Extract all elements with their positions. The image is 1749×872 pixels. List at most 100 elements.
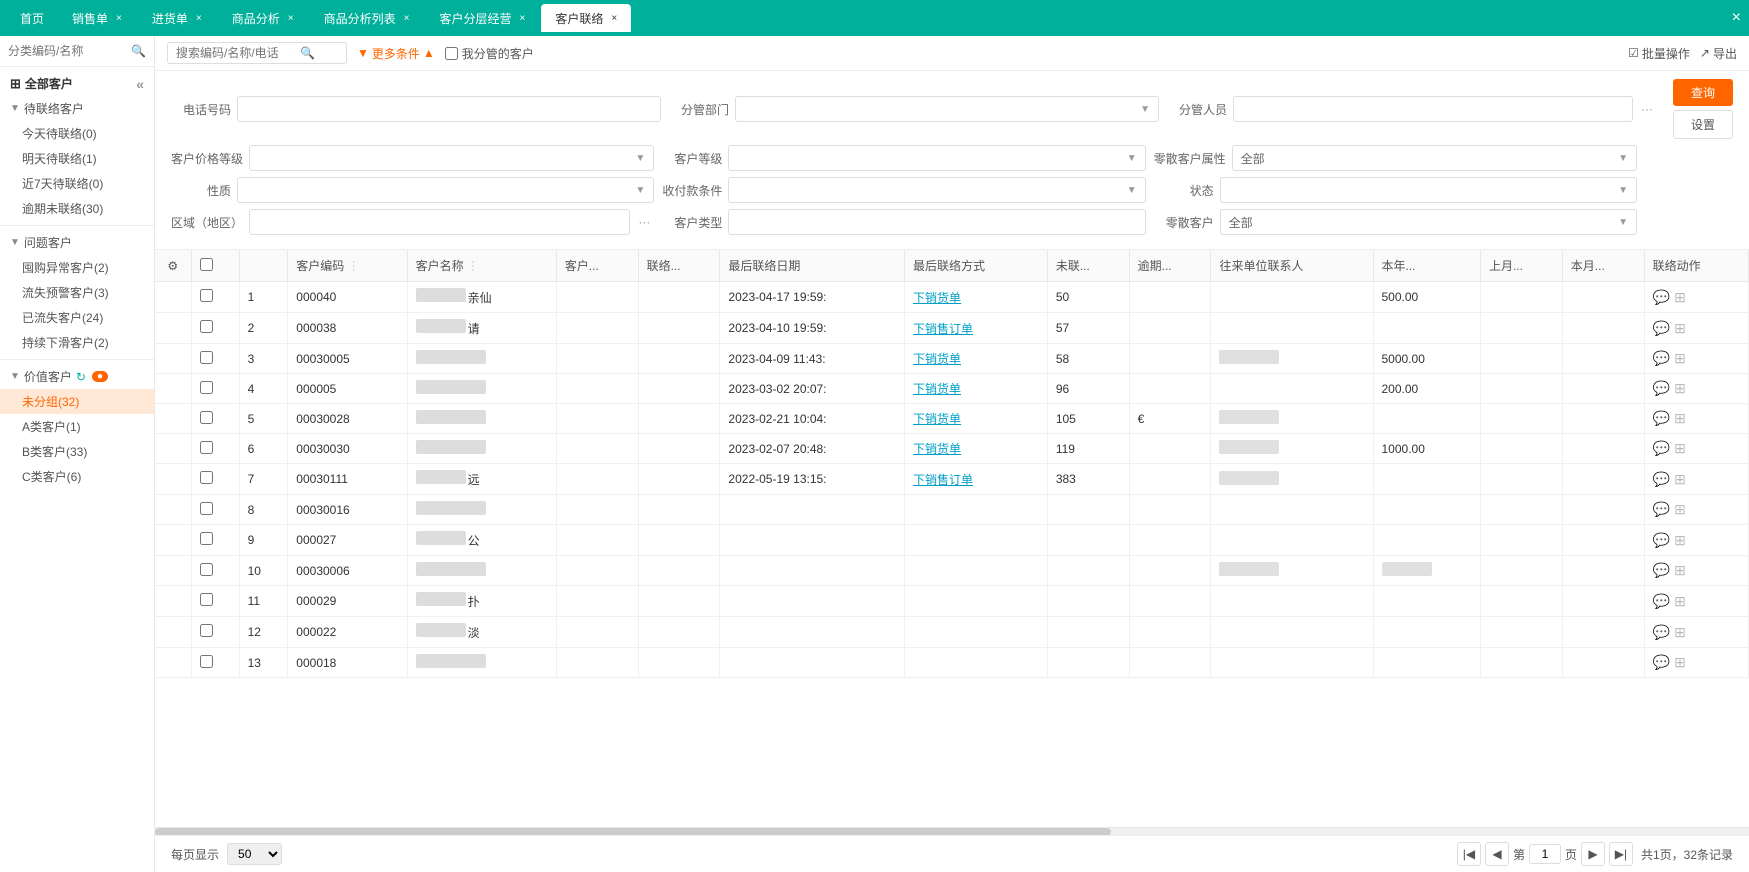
dots-person-icon[interactable]: ··· xyxy=(1637,102,1657,116)
grid-action-icon[interactable]: ⊞ xyxy=(1674,654,1686,671)
grid-action-icon[interactable]: ⊞ xyxy=(1674,350,1686,367)
refresh-icon[interactable]: ↻ xyxy=(76,370,86,384)
close-customer-layer-tab-icon[interactable]: × xyxy=(519,13,525,24)
row-checkbox[interactable] xyxy=(200,351,213,364)
sidebar-item-7days[interactable]: 近7天待联络(0) xyxy=(0,171,154,196)
filter-more-btn[interactable]: ▼ 更多条件 ▲ xyxy=(357,45,435,62)
row-gear[interactable] xyxy=(155,648,191,678)
chat-icon[interactable]: 💬 xyxy=(1653,440,1670,457)
chat-icon[interactable]: 💬 xyxy=(1653,320,1670,337)
row-gear[interactable] xyxy=(155,282,191,313)
table-name-header[interactable]: 客户名称 ⋮ xyxy=(407,250,556,282)
select-person[interactable] xyxy=(1233,96,1633,122)
table-unit-contact-header[interactable]: 往来单位联系人 xyxy=(1211,250,1373,282)
row-checkbox[interactable] xyxy=(200,624,213,637)
grid-action-icon[interactable]: ⊞ xyxy=(1674,320,1686,337)
select-customer-level[interactable]: ▼ xyxy=(728,145,1145,171)
table-year-header[interactable]: 本年... xyxy=(1373,250,1480,282)
row-checkbox[interactable] xyxy=(200,593,213,606)
chat-icon[interactable]: 💬 xyxy=(1653,289,1670,306)
row-gear[interactable] xyxy=(155,464,191,495)
row-gear[interactable] xyxy=(155,556,191,586)
table-last-month-header[interactable]: 上月... xyxy=(1480,250,1562,282)
my-customers-check[interactable] xyxy=(445,47,458,60)
sidebar-group-value[interactable]: ▼ 价值客户 ↻ ● xyxy=(0,364,154,389)
nav-tab-customer-layer[interactable]: 客户分层经营 × xyxy=(425,4,539,32)
row-action[interactable]: 💬 ⊞ xyxy=(1644,374,1748,404)
row-checkbox[interactable] xyxy=(200,563,213,576)
nav-tab-customer-contact[interactable]: 客户联络 × xyxy=(541,4,631,32)
nav-tab-purchase[interactable]: 进货单 × xyxy=(138,4,216,32)
sidebar-item-class-a[interactable]: A类客户(1) xyxy=(0,414,154,439)
row-gear[interactable] xyxy=(155,525,191,556)
sidebar-collapse-icon[interactable]: « xyxy=(136,76,144,92)
row-checkbox[interactable] xyxy=(200,411,213,424)
close-purchase-tab-icon[interactable]: × xyxy=(196,13,202,24)
close-product-list-tab-icon[interactable]: × xyxy=(404,13,410,24)
row-action[interactable]: 💬 ⊞ xyxy=(1644,313,1748,344)
select-dept[interactable]: ▼ xyxy=(735,96,1159,122)
select-nature[interactable]: ▼ xyxy=(237,177,654,203)
grid-action-icon[interactable]: ⊞ xyxy=(1674,471,1686,488)
page-prev-btn[interactable]: ◀ xyxy=(1485,842,1509,866)
select-status[interactable]: ▼ xyxy=(1220,177,1637,203)
sidebar-item-churned[interactable]: 已流失客户(24) xyxy=(0,305,154,330)
grid-action-icon[interactable]: ⊞ xyxy=(1674,380,1686,397)
input-customer-type[interactable] xyxy=(728,209,1145,235)
table-this-month-header[interactable]: 本月... xyxy=(1562,250,1644,282)
grid-action-icon[interactable]: ⊞ xyxy=(1674,289,1686,306)
sidebar-item-class-c[interactable]: C类客户(6) xyxy=(0,464,154,489)
row-checkbox[interactable] xyxy=(200,655,213,668)
nav-tab-product-analysis[interactable]: 商品分析 × xyxy=(218,4,308,32)
table-checkbox-header[interactable] xyxy=(191,250,239,282)
row-checkbox[interactable] xyxy=(200,441,213,454)
sidebar-item-declining[interactable]: 持续下滑客户(2) xyxy=(0,330,154,355)
grid-action-icon[interactable]: ⊞ xyxy=(1674,624,1686,641)
page-size-select[interactable]: 50 100 200 xyxy=(227,843,282,865)
select-payment[interactable]: ▼ xyxy=(728,177,1145,203)
row-action[interactable]: 💬 ⊞ xyxy=(1644,648,1748,678)
row-checkbox[interactable] xyxy=(200,532,213,545)
grid-action-icon[interactable]: ⊞ xyxy=(1674,440,1686,457)
select-scatter-customer[interactable]: 全部 ▼ xyxy=(1220,209,1637,235)
row-gear[interactable] xyxy=(155,404,191,434)
nav-tab-product-list[interactable]: 商品分析列表 × xyxy=(310,4,424,32)
row-action[interactable]: 💬 ⊞ xyxy=(1644,556,1748,586)
row-action[interactable]: 💬 ⊞ xyxy=(1644,434,1748,464)
sidebar-all-customers[interactable]: ⊞ 全部客户 « xyxy=(0,67,154,96)
query-btn[interactable]: 查询 xyxy=(1673,79,1733,106)
sidebar-item-class-b[interactable]: B类客户(33) xyxy=(0,439,154,464)
contact-way-link[interactable]: 下销货单 xyxy=(913,412,961,426)
dots-region-icon[interactable]: ··· xyxy=(634,215,654,229)
grid-action-icon[interactable]: ⊞ xyxy=(1674,501,1686,518)
nav-tab-home[interactable]: 首页 xyxy=(8,10,56,27)
row-action[interactable]: 💬 ⊞ xyxy=(1644,495,1748,525)
sidebar-item-tomorrow[interactable]: 明天待联络(1) xyxy=(0,146,154,171)
chat-icon[interactable]: 💬 xyxy=(1653,471,1670,488)
nav-tab-sales[interactable]: 销售单 × xyxy=(58,4,136,32)
row-action[interactable]: 💬 ⊞ xyxy=(1644,586,1748,617)
table-settings-header[interactable]: ⚙ xyxy=(155,250,191,282)
row-gear[interactable] xyxy=(155,344,191,374)
input-phone[interactable] xyxy=(237,96,661,122)
chat-icon[interactable]: 💬 xyxy=(1653,562,1670,579)
row-checkbox[interactable] xyxy=(200,471,213,484)
contact-way-link[interactable]: 下销货单 xyxy=(913,352,961,366)
sidebar-item-today[interactable]: 今天待联络(0) xyxy=(0,121,154,146)
page-first-btn[interactable]: |◀ xyxy=(1457,842,1481,866)
chat-icon[interactable]: 💬 xyxy=(1653,350,1670,367)
contact-way-link[interactable]: 下销货单 xyxy=(913,291,961,305)
my-customers-checkbox[interactable]: 我分管的客户 xyxy=(445,45,534,62)
table-action-header[interactable]: 联络动作 xyxy=(1644,250,1748,282)
sidebar-search-input[interactable] xyxy=(8,44,127,58)
row-gear[interactable] xyxy=(155,434,191,464)
row-checkbox[interactable] xyxy=(200,289,213,302)
reset-btn[interactable]: 设置 xyxy=(1673,110,1733,139)
contact-way-link[interactable]: 下销货单 xyxy=(913,442,961,456)
row-action[interactable]: 💬 ⊞ xyxy=(1644,282,1748,313)
select-all-checkbox[interactable] xyxy=(200,258,213,271)
row-action[interactable]: 💬 ⊞ xyxy=(1644,404,1748,434)
row-action[interactable]: 💬 ⊞ xyxy=(1644,617,1748,648)
close-all-icon[interactable]: × xyxy=(1732,9,1741,27)
grid-action-icon[interactable]: ⊞ xyxy=(1674,532,1686,549)
